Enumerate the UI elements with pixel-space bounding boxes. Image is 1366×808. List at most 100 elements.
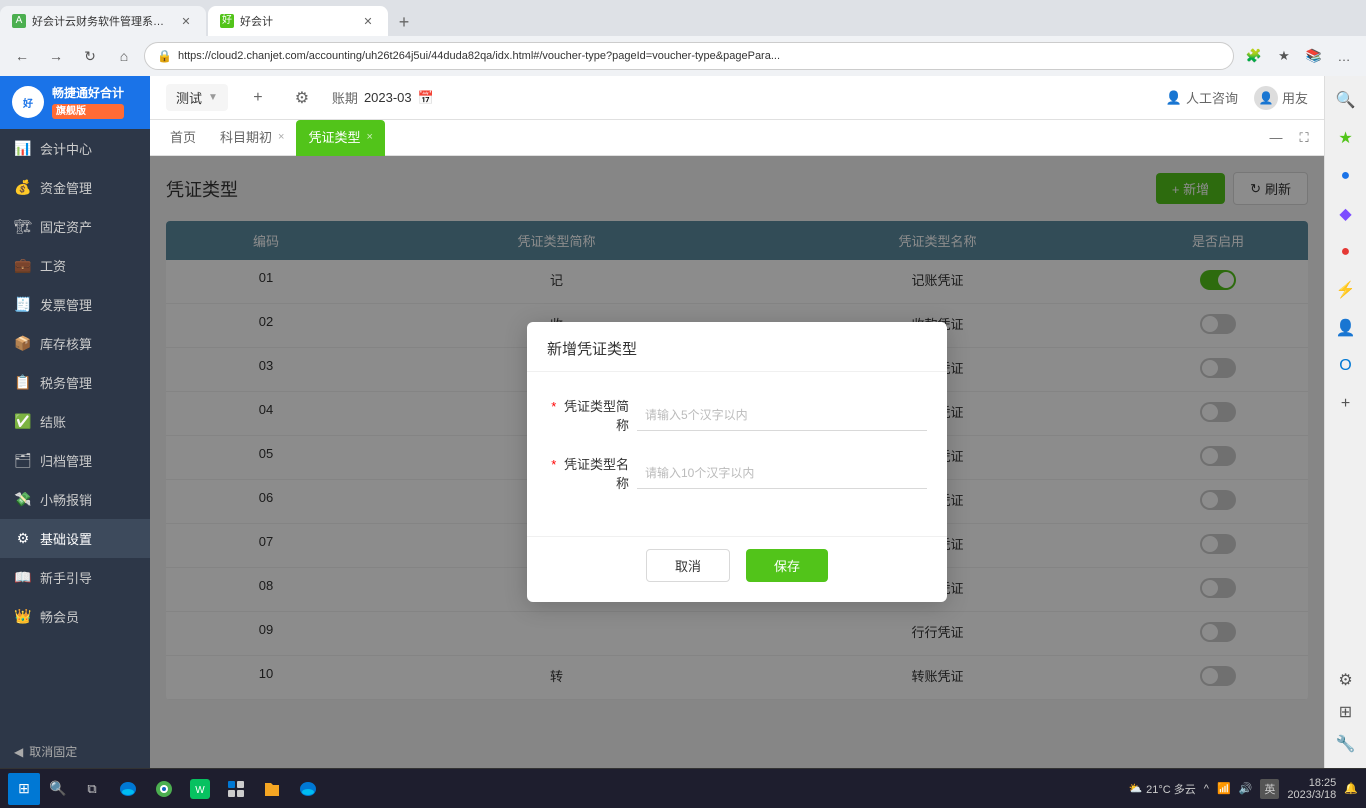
account-period: 账期 2023-03 📅 [332,88,434,107]
sidebar-item-archive[interactable]: 🗂 归档管理 [0,441,150,480]
extensions-btn[interactable]: 🧩 [1240,42,1268,70]
address-text: https://cloud2.chanjet.com/accounting/uh… [178,50,1221,62]
taskbar-files[interactable] [256,773,288,805]
taskbar-language: 英 [1260,779,1279,799]
settings-header-button[interactable]: ⚙ [288,84,316,112]
period-calendar-icon[interactable]: 📅 [418,90,434,106]
sidebar: 好 畅捷通好合计 旗舰版 📊 会计中心 💰 资金管理 🏗 固定资产 💼 工资 [0,76,150,768]
sidebar-item-capital[interactable]: 💰 资金管理 [0,168,150,207]
right-purple-button[interactable]: ◆ [1330,198,1362,230]
taskbar: ⊞ 🔍 ⧉ W ⛅ 21°C 多云 ^ 📶 🔊 英 18:25 2023/3/1… [0,768,1366,808]
consult-button[interactable]: 👤 人工咨询 [1166,88,1238,107]
new-tab-button[interactable]: + [390,8,418,36]
taskbar-right: ⛅ 21°C 多云 ^ 📶 🔊 英 18:25 2023/3/18 🔔 [1128,777,1358,801]
start-button[interactable]: ⊞ [8,773,40,805]
cancel-button[interactable]: 取消 [646,549,730,582]
taskbar-date-value: 2023/3/18 [1287,789,1336,801]
unpin-button[interactable]: ◀ 取消固定 [0,735,150,768]
user-button[interactable]: 👤 用友 [1254,86,1308,110]
reload-button[interactable]: ↻ [76,42,104,70]
sidebar-item-dashboard[interactable]: 📊 会计中心 [0,129,150,168]
taskbar-time-value: 18:25 [1309,777,1337,789]
taskbar-edge2[interactable] [292,773,324,805]
sidebar-item-guide[interactable]: 📖 新手引导 [0,558,150,597]
collections-btn[interactable]: 📚 [1300,42,1328,70]
taskbar-search-button[interactable]: 🔍 [44,775,72,803]
browser-tab-2[interactable]: 好 好会计 ✕ [208,6,388,36]
taskbar-taskview[interactable]: ⧉ [76,773,108,805]
sidebar-item-inventory[interactable]: 📦 库存核算 [0,324,150,363]
taskbar-notification-icon[interactable]: 🔔 [1344,782,1358,795]
right-green-button[interactable]: 👤 [1330,312,1362,344]
required-mark-name: * [551,457,556,472]
tab-close-2[interactable]: ✕ [360,13,376,29]
save-button[interactable]: 保存 [746,549,828,582]
sidebar-item-checkout[interactable]: ✅ 结账 [0,402,150,441]
taskbar-wifi-icon: 📶 [1217,782,1231,795]
right-star-button[interactable]: ★ [1330,122,1362,154]
consult-label: 人工咨询 [1186,88,1238,107]
taskbar-wechat[interactable]: W [184,773,216,805]
svg-text:W: W [195,785,205,796]
browser-tab-1[interactable]: A 好会计云财务软件管理系统_会计 ✕ [0,6,206,36]
abbr-input[interactable] [637,399,927,431]
right-outlook-button[interactable]: O [1330,350,1362,382]
right-settings-button[interactable]: ⚙ [1330,664,1362,696]
workspace-selector[interactable]: 测试 ▼ [166,84,228,111]
tab-voucher-type[interactable]: 凭证类型 × [296,120,384,156]
right-gear-button[interactable]: 🔧 [1330,728,1362,760]
settings-btn[interactable]: … [1330,42,1358,70]
tax-icon: 📋 [14,373,32,391]
tab-home[interactable]: 首页 [158,120,208,156]
right-blue-button[interactable]: ● [1330,160,1362,192]
sidebar-item-label-checkout: 结账 [40,412,66,431]
right-grid-button[interactable]: ⊞ [1330,696,1362,728]
logo-text: 畅捷通好合计 旗舰版 [52,86,124,119]
maximize-tab-button[interactable]: ⛶ [1292,126,1316,150]
forward-button[interactable]: → [42,42,70,70]
sidebar-item-settings[interactable]: ⚙ 基础设置 [0,519,150,558]
right-add-button[interactable]: + [1330,388,1362,420]
tab-voucher-type-label: 凭证类型 [308,127,360,146]
sidebar-item-label-membership: 畅会员 [40,607,79,626]
sidebar-item-invoice[interactable]: 🧾 发票管理 [0,285,150,324]
add-workspace-button[interactable]: + [244,84,272,112]
sidebar-item-label-tax: 税务管理 [40,373,92,392]
sidebar-item-membership[interactable]: 👑 畅会员 [0,597,150,636]
form-label-name: * 凭证类型名称 [547,454,637,492]
address-bar[interactable]: 🔒 https://cloud2.chanjet.com/accounting/… [144,42,1234,70]
back-button[interactable]: ← [8,42,36,70]
taskbar-clock[interactable]: 18:25 2023/3/18 [1287,777,1336,801]
sidebar-item-expense[interactable]: 💸 小畅报销 [0,480,150,519]
tab-actions: — ⛶ [1264,126,1316,150]
user-avatar: 👤 [1254,86,1278,110]
right-search-button[interactable]: 🔍 [1330,84,1362,116]
sidebar-item-label-archive: 归档管理 [40,451,92,470]
sidebar-item-fixed-assets[interactable]: 🏗 固定资产 [0,207,150,246]
home-button[interactable]: ⌂ [110,42,138,70]
fixed-assets-icon: 🏗 [14,217,32,235]
taskbar-weather: ⛅ 21°C 多云 [1128,781,1195,797]
minimize-tab-button[interactable]: — [1264,126,1288,150]
sidebar-item-label-expense: 小畅报销 [40,490,92,509]
expense-icon: 💸 [14,490,32,508]
tab-title-1: 好会计云财务软件管理系统_会计 [32,13,172,29]
archive-icon: 🗂 [14,451,32,469]
tab-subjects[interactable]: 科目期初 × [208,120,296,156]
sidebar-item-tax[interactable]: 📋 税务管理 [0,363,150,402]
form-item-abbr: * 凭证类型简称 [547,396,927,434]
taskbar-arrow-up[interactable]: ^ [1204,783,1209,795]
right-lightning-button[interactable]: ⚡ [1330,274,1362,306]
tab-subjects-close[interactable]: × [278,131,284,143]
sidebar-item-salary[interactable]: 💼 工资 [0,246,150,285]
tab-close-1[interactable]: ✕ [178,13,194,29]
logo-icon: 好 [12,86,44,118]
right-red-button[interactable]: ● [1330,236,1362,268]
taskbar-edge[interactable] [112,773,144,805]
name-input[interactable] [637,457,927,489]
tab-voucher-type-close[interactable]: × [366,131,372,143]
taskbar-chrome[interactable] [148,773,180,805]
content-area: 凭证类型 + 新增 ↻ 刷新 编码 凭证类型简称 凭证类型名称 是否启用 [150,156,1324,768]
favorites-btn[interactable]: ★ [1270,42,1298,70]
taskbar-apps[interactable] [220,773,252,805]
